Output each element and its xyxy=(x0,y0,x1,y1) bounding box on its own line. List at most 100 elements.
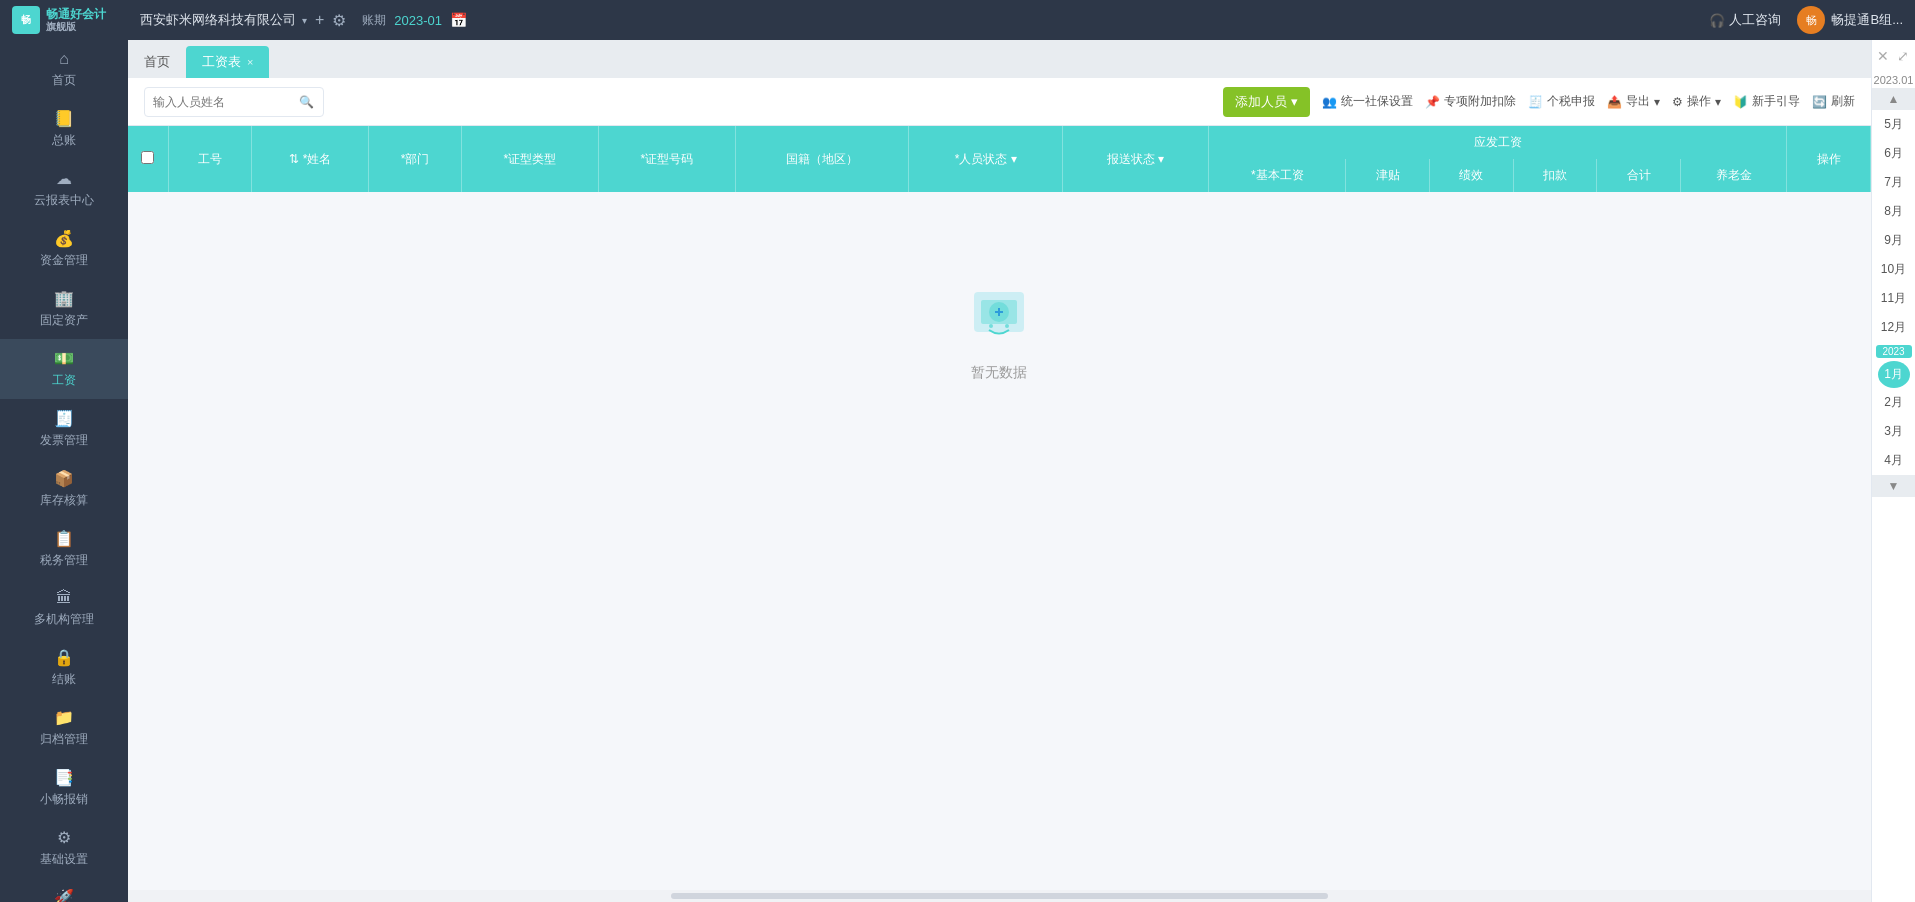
personal-tax-label: 个税申报 xyxy=(1547,93,1595,110)
company-selector[interactable]: 西安虾米网络科技有限公司 ▾ xyxy=(140,11,307,29)
export-icon: 📤 xyxy=(1607,95,1622,109)
user-name: 畅提通B组... xyxy=(1831,11,1903,29)
sidebar-item-invoice[interactable]: 🧾 发票管理 xyxy=(0,399,128,459)
sidebar-item-ledger[interactable]: 📒 总账 xyxy=(0,99,128,159)
period-label: 账期 xyxy=(362,12,386,29)
export-button[interactable]: 📤 导出 ▾ xyxy=(1607,93,1660,110)
right-panel: ✕ ⤢ 2023.01 ▲ 5月 6月 7月 8月 9月 10月 11月 12月… xyxy=(1871,40,1915,902)
th-deduction: 扣款 xyxy=(1513,159,1597,192)
maximize-panel-button[interactable]: ⤢ xyxy=(1895,46,1911,66)
th-allowance: 津贴 xyxy=(1346,159,1430,192)
operation-dropdown-icon: ▾ xyxy=(1715,95,1721,109)
home-icon: ⌂ xyxy=(59,50,69,68)
settings-icon[interactable]: ⚙ xyxy=(332,11,346,30)
main-layout: ⌂ 首页 📒 总账 ☁ 云报表中心 💰 资金管理 🏢 固定资产 💵 工资 🧾 发… xyxy=(0,40,1915,902)
table-header-row1: 工号 ⇅ *姓名 *部门 *证型类型 *证型号码 国籍（地区） *人员状态 ▾ … xyxy=(128,126,1871,159)
tab-close-icon[interactable]: × xyxy=(247,56,253,68)
tax-icon: 📋 xyxy=(54,529,74,548)
select-all-checkbox[interactable] xyxy=(141,151,154,164)
refresh-button[interactable]: 🔄 刷新 xyxy=(1812,93,1855,110)
sidebar-item-guide[interactable]: 🚀 新手引导 xyxy=(0,878,128,902)
th-id-number: *证型号码 xyxy=(598,126,735,192)
top-header: 畅 畅通好会计 旗舰版 西安虾米网络科技有限公司 ▾ + ⚙ 账期 2023-0… xyxy=(0,0,1915,40)
sidebar-item-expense[interactable]: 📑 小畅报销 xyxy=(0,758,128,818)
calendar-icon[interactable]: 📅 xyxy=(450,12,467,28)
user-area[interactable]: 畅 畅提通B组... xyxy=(1797,6,1903,34)
month-7[interactable]: 7月 xyxy=(1872,168,1915,197)
toolbar-right: 添加人员 ▾ 👥 统一社保设置 📌 专项附加扣除 🧾 个税申报 📤 xyxy=(1223,87,1855,117)
search-input[interactable] xyxy=(153,95,293,109)
month-4[interactable]: 4月 xyxy=(1872,446,1915,475)
special-deduct-icon: 📌 xyxy=(1425,95,1440,109)
support-button[interactable]: 🎧 人工咨询 xyxy=(1709,11,1781,29)
scroll-up-button[interactable]: ▲ xyxy=(1872,88,1915,110)
sidebar-item-label: 税务管理 xyxy=(40,552,88,569)
sidebar-item-fund[interactable]: 💰 资金管理 xyxy=(0,219,128,279)
operation-button[interactable]: ⚙ 操作 ▾ xyxy=(1672,93,1721,110)
period-value[interactable]: 2023-01 xyxy=(394,13,442,28)
month-8[interactable]: 8月 xyxy=(1872,197,1915,226)
sidebar-item-label: 多机构管理 xyxy=(34,611,94,628)
sidebar-item-tax[interactable]: 📋 税务管理 xyxy=(0,519,128,579)
th-nationality: 国籍（地区） xyxy=(735,126,908,192)
tab-salary-sheet[interactable]: 工资表 × xyxy=(186,46,269,78)
social-security-label: 统一社保设置 xyxy=(1341,93,1413,110)
support-label: 人工咨询 xyxy=(1729,11,1781,29)
month-9[interactable]: 9月 xyxy=(1872,226,1915,255)
tab-salary-label: 工资表 xyxy=(202,53,241,71)
operation-icon: ⚙ xyxy=(1672,95,1683,109)
th-employee-id: 工号 xyxy=(168,126,252,192)
month-10[interactable]: 10月 xyxy=(1872,255,1915,284)
th-person-status[interactable]: *人员状态 ▾ xyxy=(909,126,1063,192)
headset-icon: 🎧 xyxy=(1709,13,1725,28)
tab-home[interactable]: 首页 xyxy=(128,46,186,78)
th-checkbox[interactable] xyxy=(128,126,168,192)
social-security-icon: 👥 xyxy=(1322,95,1337,109)
th-basic-salary: *基本工资 xyxy=(1209,159,1346,192)
special-deduct-button[interactable]: 📌 专项附加扣除 xyxy=(1425,93,1516,110)
operation-label: 操作 xyxy=(1687,93,1711,110)
personal-tax-button[interactable]: 🧾 个税申报 xyxy=(1528,93,1595,110)
sidebar-item-label: 工资 xyxy=(52,372,76,389)
add-company-button[interactable]: + xyxy=(315,11,324,29)
sidebar-item-home[interactable]: ⌂ 首页 xyxy=(0,40,128,99)
month-12[interactable]: 12月 xyxy=(1872,313,1915,342)
cloud-icon: ☁ xyxy=(56,169,72,188)
sidebar-item-assets[interactable]: 🏢 固定资产 xyxy=(0,279,128,339)
sidebar-item-inventory[interactable]: 📦 库存核算 xyxy=(0,459,128,519)
refresh-label: 刷新 xyxy=(1831,93,1855,110)
sidebar-item-salary[interactable]: 💵 工资 xyxy=(0,339,128,399)
close-accounts-icon: 🔒 xyxy=(54,648,74,667)
scroll-down-button[interactable]: ▼ xyxy=(1872,475,1915,497)
empty-icon xyxy=(959,272,1039,352)
th-report-status[interactable]: 报送状态 ▾ xyxy=(1063,126,1209,192)
close-panel-button[interactable]: ✕ xyxy=(1875,46,1891,66)
sidebar-item-label: 基础设置 xyxy=(40,851,88,868)
th-total: 合计 xyxy=(1597,159,1681,192)
sidebar-item-label: 库存核算 xyxy=(40,492,88,509)
th-name[interactable]: ⇅ *姓名 xyxy=(252,126,369,192)
social-security-button[interactable]: 👥 统一社保设置 xyxy=(1322,93,1413,110)
search-box: 🔍 xyxy=(144,87,324,117)
table-container: 工号 ⇅ *姓名 *部门 *证型类型 *证型号码 国籍（地区） *人员状态 ▾ … xyxy=(128,126,1871,902)
sidebar-item-label: 固定资产 xyxy=(40,312,88,329)
month-5[interactable]: 5月 xyxy=(1872,110,1915,139)
sidebar-item-multi-org[interactable]: 🏛 多机构管理 xyxy=(0,579,128,638)
add-person-button[interactable]: 添加人员 ▾ xyxy=(1223,87,1310,117)
fund-icon: 💰 xyxy=(54,229,74,248)
guide-button[interactable]: 🔰 新手引导 xyxy=(1733,93,1800,110)
export-label: 导出 xyxy=(1626,93,1650,110)
month-2[interactable]: 2月 xyxy=(1872,388,1915,417)
month-3[interactable]: 3月 xyxy=(1872,417,1915,446)
month-1[interactable]: 1月 xyxy=(1878,361,1910,388)
sidebar-item-settings[interactable]: ⚙ 基础设置 xyxy=(0,818,128,878)
sidebar-item-label: 结账 xyxy=(52,671,76,688)
sidebar-item-cloud-report[interactable]: ☁ 云报表中心 xyxy=(0,159,128,219)
avatar: 畅 xyxy=(1797,6,1825,34)
month-11[interactable]: 11月 xyxy=(1872,284,1915,313)
expense-icon: 📑 xyxy=(54,768,74,787)
month-6[interactable]: 6月 xyxy=(1872,139,1915,168)
th-payroll-group: 应发工资 xyxy=(1209,126,1787,159)
sidebar-item-close-accounts[interactable]: 🔒 结账 xyxy=(0,638,128,698)
sidebar-item-archive[interactable]: 📁 归档管理 xyxy=(0,698,128,758)
